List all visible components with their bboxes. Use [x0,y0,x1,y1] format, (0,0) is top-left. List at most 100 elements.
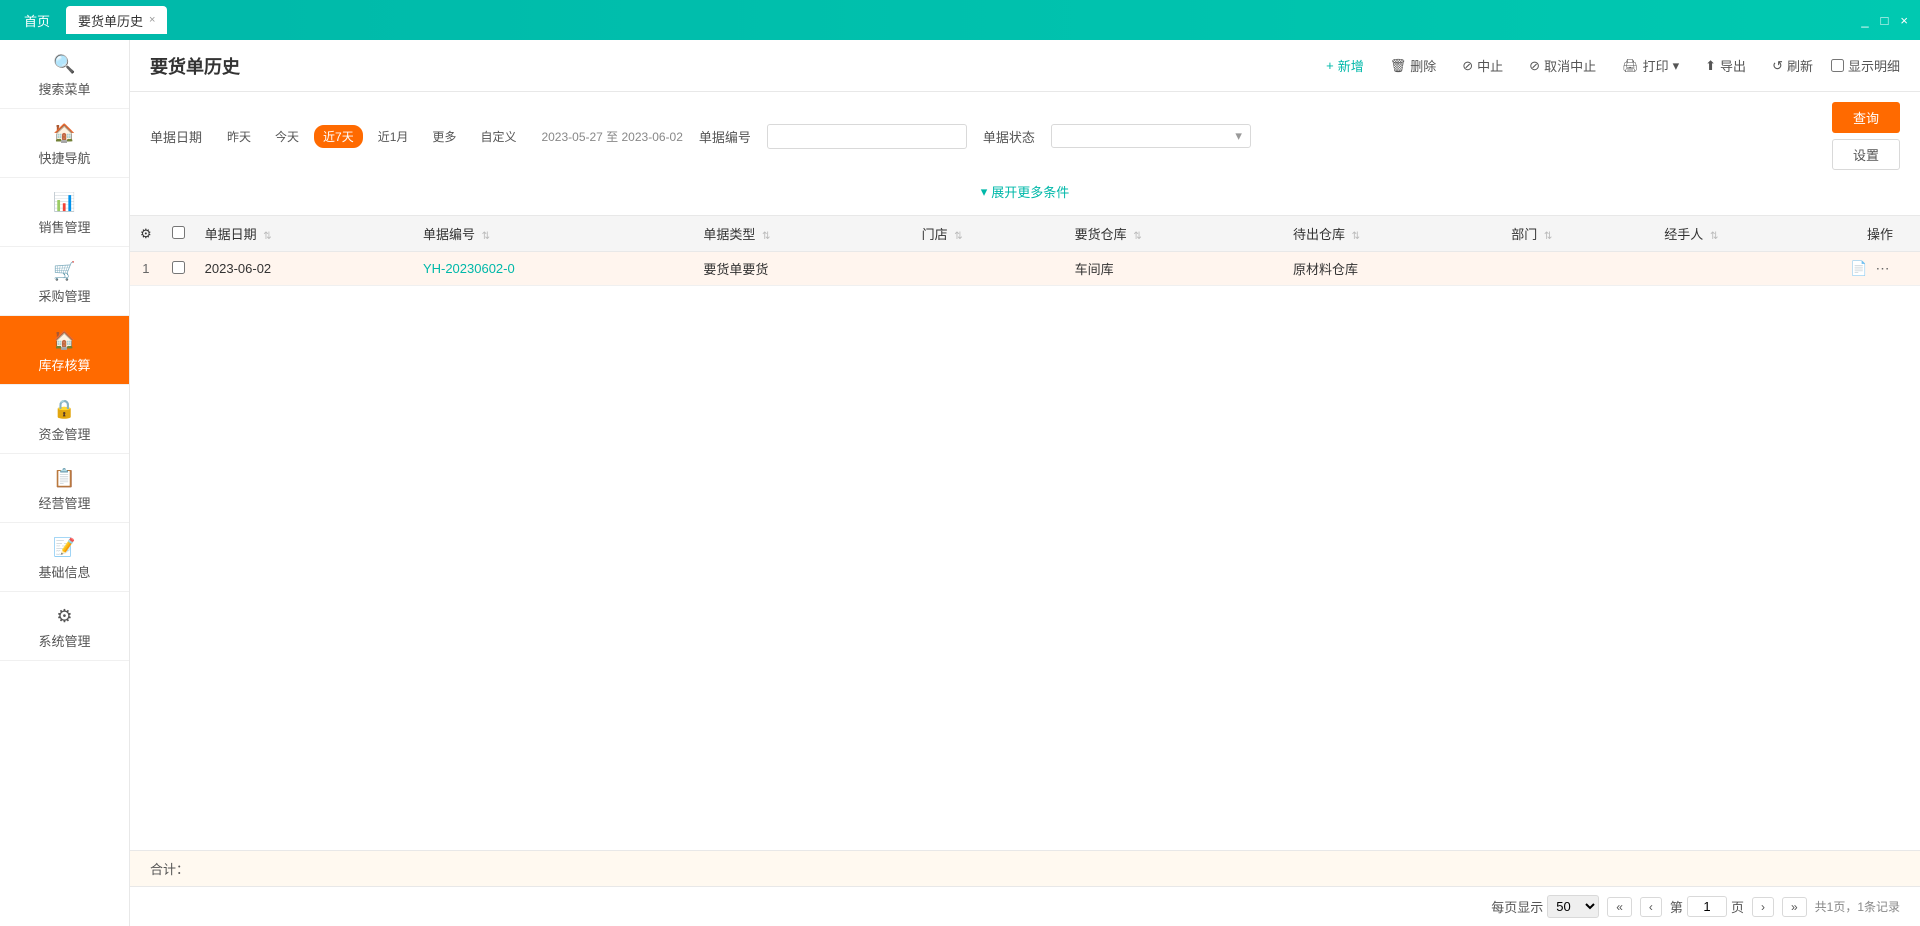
sidebar-item-operations[interactable]: 📋 经营管理 [0,454,129,523]
date-filters: 昨天 今天 近7天 近1月 更多 自定义 [218,125,525,148]
th-order-type[interactable]: 单据类型 ⇅ [693,216,911,252]
sidebar-item-sales-label: 销售管理 [38,217,90,236]
sort-order-no-icon[interactable]: ⇅ [482,231,490,242]
date-recent1m-btn[interactable]: 近1月 [369,125,418,148]
th-settings[interactable]: ⚙ [130,216,162,252]
lock-icon: 🔒 [53,399,75,420]
sidebar-item-inventory[interactable]: 🏠 库存核算 [0,316,129,385]
sidebar-item-sales[interactable]: 📊 销售管理 [0,178,129,247]
sidebar-item-search-label: 搜索菜单 [38,79,90,98]
tab-home[interactable]: 首页 [12,6,62,34]
sort-pending-warehouse-icon[interactable]: ⇅ [1352,231,1360,242]
sort-date-icon[interactable]: ⇅ [263,231,271,242]
filter-area: 单据日期 昨天 今天 近7天 近1月 更多 自定义 2023-05-27 至 2… [130,92,1920,216]
close-icon[interactable]: × [1900,13,1908,28]
page-size-select[interactable]: 50 100 200 [1547,895,1599,918]
date-recent7-btn[interactable]: 近7天 [314,125,363,148]
action-buttons: 查询 设置 [1832,102,1900,170]
chart-icon: 📊 [53,192,75,213]
sort-order-type-icon[interactable]: ⇅ [762,231,770,242]
cell-checkbox[interactable] [162,252,195,286]
next-page-button[interactable]: › [1752,897,1774,917]
th-order-no[interactable]: 单据编号 ⇅ [413,216,693,252]
th-req-warehouse[interactable]: 要货仓库 ⇅ [1065,216,1283,252]
show-detail-checkbox[interactable] [1831,59,1844,72]
settings-button[interactable]: 设置 [1832,139,1900,170]
go-label: 第 [1670,897,1683,916]
order-no-input[interactable] [767,124,967,149]
status-select-arrow-icon: ▾ [1235,128,1242,144]
sidebar-item-finance[interactable]: 🔒 资金管理 [0,385,129,454]
sort-handler-icon[interactable]: ⇅ [1710,231,1718,242]
delete-icon: 🗑 [1390,58,1407,74]
close-tab-icon[interactable]: × [149,14,155,26]
th-department[interactable]: 部门 ⇅ [1501,216,1654,252]
row-edit-icon[interactable]: 📄 [1850,260,1867,277]
page-number-input[interactable] [1687,896,1727,917]
stop-label: 中止 [1477,56,1503,75]
cell-order-no[interactable]: YH-20230602-0 [413,252,693,286]
pagination: 每页显示 50 100 200 « ‹ 第 页 › » 共1页，1条记录 [130,886,1920,926]
summary-label: 合计： [150,859,189,878]
cancel-stop-button[interactable]: ⊘ 取消中止 [1521,52,1604,79]
home-icon: 🏠 [53,123,75,144]
sort-store-icon[interactable]: ⇅ [954,231,962,242]
sidebar-item-purchase[interactable]: 🛒 采购管理 [0,247,129,316]
last-page-button[interactable]: » [1782,897,1807,917]
date-range-display: 2023-05-27 至 2023-06-02 [541,128,682,145]
th-store[interactable]: 门店 ⇅ [912,216,1065,252]
th-checkbox[interactable] [162,216,195,252]
tab-order-history[interactable]: 要货单历史 × [66,6,167,34]
sidebar-item-quick-nav[interactable]: 🏠 快捷导航 [0,109,129,178]
sidebar-item-basic-info[interactable]: 📝 基础信息 [0,523,129,592]
minimize-icon[interactable]: _ [1861,13,1868,28]
footer-summary: 合计： [130,850,1920,886]
date-custom-btn[interactable]: 自定义 [471,125,525,148]
sort-req-warehouse-icon[interactable]: ⇅ [1133,231,1141,242]
sidebar-item-quick-nav-label: 快捷导航 [38,148,90,167]
th-handler[interactable]: 经手人 ⇅ [1654,216,1840,252]
refresh-icon: ↺ [1772,58,1783,74]
window-controls: _ □ × [1861,13,1908,28]
sidebar-item-search[interactable]: 🔍 搜索菜单 [0,40,129,109]
sidebar-item-system-label: 系统管理 [38,631,90,650]
th-date[interactable]: 单据日期 ⇅ [195,216,413,252]
order-no-link[interactable]: YH-20230602-0 [423,261,515,276]
stop-button[interactable]: ⊘ 中止 [1454,52,1511,79]
date-today-btn[interactable]: 今天 [266,125,308,148]
new-button[interactable]: + 新增 [1318,52,1372,79]
th-pending-warehouse[interactable]: 待出仓库 ⇅ [1283,216,1501,252]
delete-label: 删除 [1410,56,1436,75]
refresh-button[interactable]: ↺ 刷新 [1764,52,1821,79]
first-page-button[interactable]: « [1607,897,1632,917]
row-more-icon[interactable]: ⋯ [1875,260,1889,277]
show-detail-checkbox-wrap[interactable]: 显示明细 [1831,56,1900,75]
prev-page-button[interactable]: ‹ [1640,897,1662,917]
expand-filters-btn[interactable]: ▾ 展开更多条件 [973,178,1078,205]
cell-order-type: 要货单要货 [693,252,911,286]
stop-icon: ⊘ [1462,58,1473,74]
table-body: 1 2023-06-02 YH-20230602-0 要货单要货 车间库 原材料… [130,252,1920,286]
delete-button[interactable]: 🗑 删除 [1382,52,1445,79]
maximize-icon[interactable]: □ [1881,13,1889,28]
select-all-checkbox[interactable] [172,226,185,239]
print-arrow-icon: ▾ [1673,58,1680,74]
date-more-btn[interactable]: 更多 [423,125,465,148]
clipboard-icon: 📋 [53,468,75,489]
print-button[interactable]: 🖨 打印 ▾ [1614,52,1687,79]
th-operations: 操作 [1840,216,1920,252]
toolbar: + 新增 🗑 删除 ⊘ 中止 ⊘ 取消中止 🖨 打印 [1318,52,1900,79]
export-button[interactable]: ⬆ 导出 [1697,52,1754,79]
sidebar-item-system[interactable]: ⚙ 系统管理 [0,592,129,661]
table-row: 1 2023-06-02 YH-20230602-0 要货单要货 车间库 原材料… [130,252,1920,286]
query-button[interactable]: 查询 [1832,102,1900,133]
date-yesterday-btn[interactable]: 昨天 [218,125,260,148]
sort-department-icon[interactable]: ⇅ [1544,231,1552,242]
status-select[interactable]: ▾ [1051,124,1251,148]
export-label: 导出 [1720,56,1746,75]
sidebar: 🔍 搜索菜单 🏠 快捷导航 📊 销售管理 🛒 采购管理 🏠 库存核算 🔒 资金管… [0,40,130,926]
row-actions: 📄 ⋯ [1850,260,1910,277]
th-handler-label: 经手人 [1664,227,1703,242]
row-checkbox[interactable] [172,261,185,274]
tab-home-label: 首页 [24,11,50,30]
